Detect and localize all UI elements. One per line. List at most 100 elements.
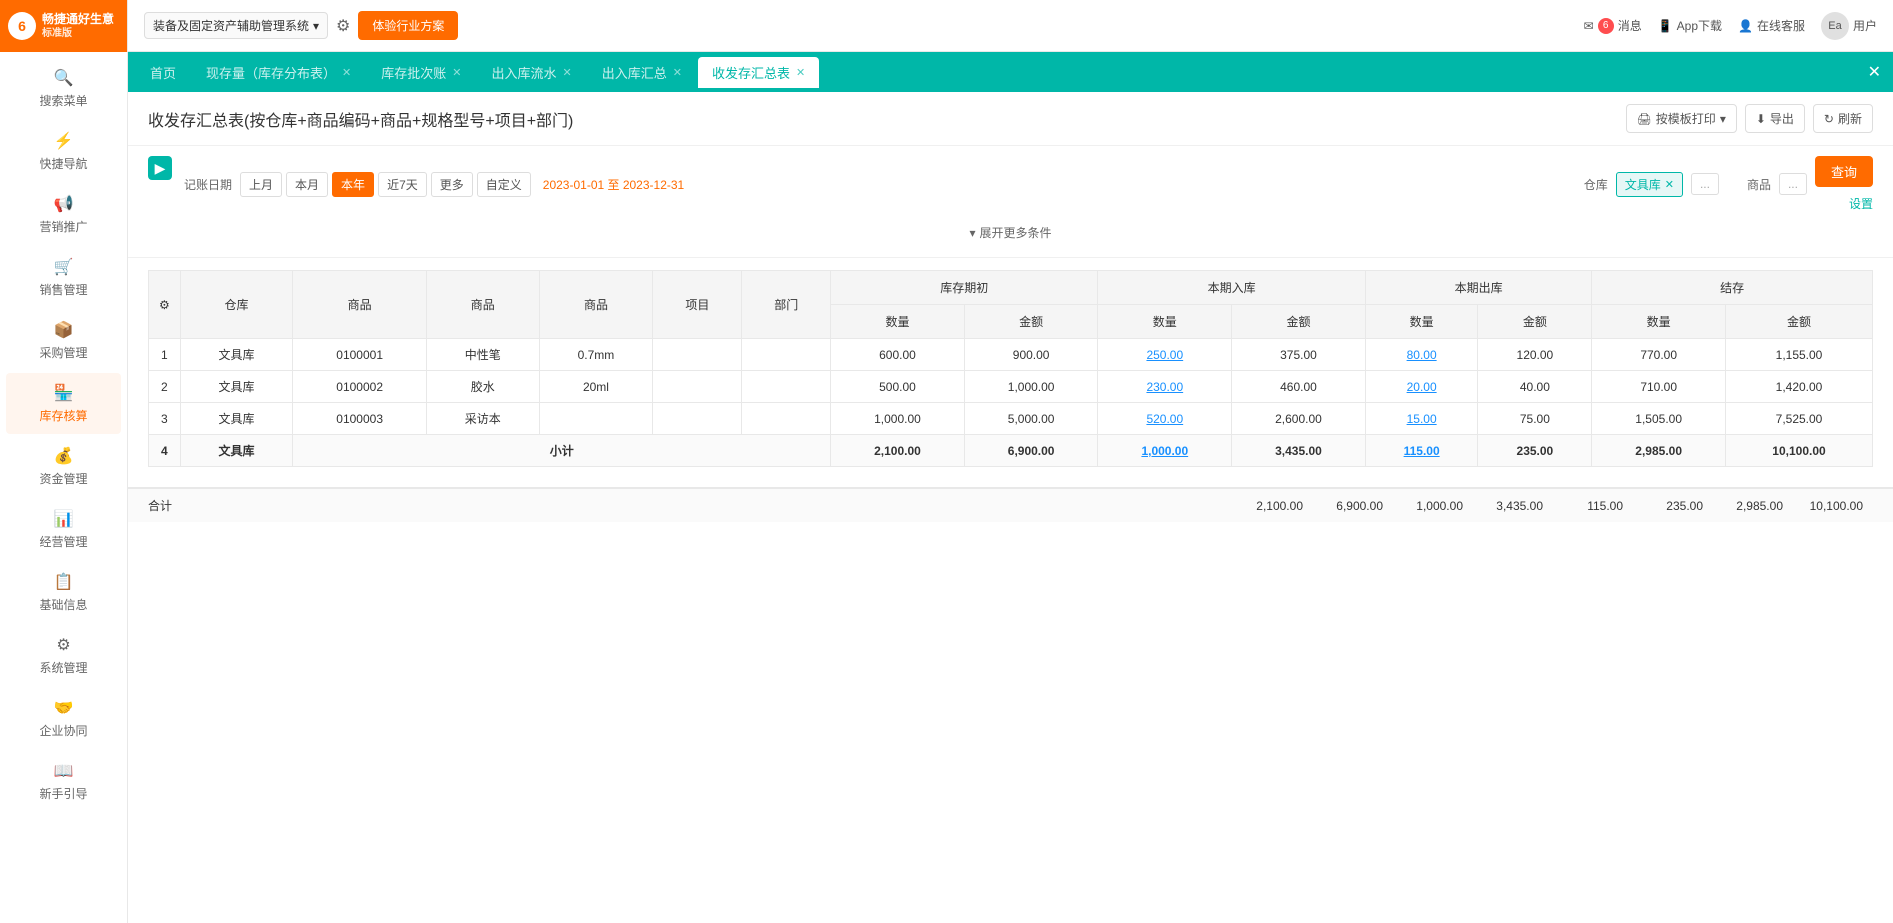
sidebar-item-inventory[interactable]: 🏪库存核算 (6, 373, 121, 434)
phone-icon: 📱 (1658, 19, 1673, 33)
message-icon: ✉ (1584, 19, 1594, 33)
tab-close-icon[interactable]: ✕ (342, 66, 351, 79)
cell-out-amt: 40.00 (1478, 371, 1592, 403)
tab-summary[interactable]: 出入库汇总✕ (588, 57, 696, 88)
cell-project (653, 371, 742, 403)
footer-out-amt: 235.00 (1633, 499, 1713, 513)
sidebar-nav: 🔍搜索菜单⚡快捷导航📢营销推广🛒销售管理📦采购管理🏪库存核算💰资金管理📊经营管理… (0, 52, 127, 923)
cell-department (742, 371, 831, 403)
tab-batch-ledger[interactable]: 库存批次账✕ (367, 57, 475, 88)
subtotal-open-qty: 2,100.00 (831, 435, 965, 467)
date-btn-本月[interactable]: 本月 (286, 172, 328, 197)
guide-icon: 📖 (54, 761, 74, 781)
sidebar-item-enterprise[interactable]: 🤝企业协同 (6, 688, 121, 749)
goods-ellipsis-btn[interactable]: ... (1779, 173, 1807, 195)
footer-values: 2,100.00 6,900.00 1,000.00 3,435.00 115.… (428, 499, 1873, 513)
message-action[interactable]: ✉ 6 消息 (1584, 17, 1642, 34)
cell-in-qty[interactable]: 250.00 (1098, 339, 1232, 371)
sidebar-item-basic-info[interactable]: 📋基础信息 (6, 562, 121, 623)
tab-close-icon[interactable]: ✕ (796, 66, 805, 79)
system-selector[interactable]: 装备及固定资产辅助管理系统 ▾ (144, 12, 328, 39)
subtotal-row: 4 文具库 小计 2,100.00 6,900.00 1,000.00 3,43… (149, 435, 1873, 467)
col-in-amt-header: 金额 (1232, 305, 1366, 339)
search-action-col: 查询 设置 (1815, 156, 1873, 212)
cell-in-amt: 460.00 (1232, 371, 1366, 403)
date-btn-上月[interactable]: 上月 (240, 172, 282, 197)
print-button[interactable]: 🖨 按模板打印 ▾ (1626, 104, 1737, 133)
date-range-label: 2023-01-01 至 2023-12-31 (543, 176, 684, 193)
sidebar-item-search[interactable]: 🔍搜索菜单 (6, 58, 121, 119)
cell-goods-spec: 0.7mm (539, 339, 653, 371)
cell-warehouse: 文具库 (180, 403, 293, 435)
sidebar-item-purchase[interactable]: 📦采购管理 (6, 310, 121, 371)
data-table: ⚙ 仓库 商品 商品 商品 项目 部门 库存期初 本期入库 本期出库 结存 (148, 270, 1873, 467)
sidebar-item-marketing[interactable]: 📢营销推广 (6, 184, 121, 245)
cell-project (653, 339, 742, 371)
page-actions: 🖨 按模板打印 ▾ ⬇ 导出 ↻ 刷新 (1626, 104, 1873, 145)
settings-gear-icon[interactable]: ⚙ (336, 16, 350, 36)
tab-close-icon[interactable]: ✕ (563, 66, 572, 79)
tab-inventory-dist[interactable]: 现存量（库存分布表） ✕ (192, 57, 365, 88)
expand-more-btn[interactable]: ▾ 展开更多条件 (148, 218, 1873, 247)
warehouse-tag-close[interactable]: ✕ (1665, 178, 1674, 191)
warehouse-label: 仓库 (1584, 176, 1608, 193)
subtotal-in-amt: 3,435.00 (1232, 435, 1366, 467)
sidebar-item-quick-nav[interactable]: ⚡快捷导航 (6, 121, 121, 182)
chevron-down-icon: ▾ (1720, 112, 1726, 126)
expand-icon: ▾ (969, 226, 975, 240)
sidebar-item-sales[interactable]: 🛒销售管理 (6, 247, 121, 308)
user-action[interactable]: Ea 用户 (1821, 12, 1877, 40)
cell-goods-code: 0100001 (293, 339, 427, 371)
col-settings-header[interactable]: ⚙ (149, 271, 181, 339)
cell-out-qty[interactable]: 15.00 (1365, 403, 1478, 435)
col-close-qty-header: 数量 (1592, 305, 1726, 339)
basic-info-icon: 📋 (54, 572, 74, 592)
cell-out-qty[interactable]: 80.00 (1365, 339, 1478, 371)
warehouse-tag: 文具库 ✕ (1616, 172, 1683, 197)
app-download-action[interactable]: 📱 App下载 (1658, 17, 1722, 34)
cell-out-qty[interactable]: 20.00 (1365, 371, 1478, 403)
footer-label: 合计 (148, 497, 428, 514)
filter-arrow[interactable]: ▶ (148, 156, 172, 180)
cell-close-qty: 710.00 (1592, 371, 1726, 403)
cell-open-qty: 600.00 (831, 339, 965, 371)
top-header: 装备及固定资产辅助管理系统 ▾ ⚙ 体验行业方案 ✉ 6 消息 📱 App下载 … (128, 0, 1893, 52)
date-btn-本年[interactable]: 本年 (332, 172, 374, 197)
sidebar-item-guide[interactable]: 📖新手引导 (6, 751, 121, 812)
tab-close-icon[interactable]: ✕ (673, 66, 682, 79)
col-close-amt-header: 金额 (1726, 305, 1873, 339)
cell-in-qty[interactable]: 520.00 (1098, 403, 1232, 435)
logo-text: 畅捷通好生意 标准版 (42, 12, 114, 41)
date-btn-近7天[interactable]: 近7天 (378, 172, 427, 197)
warehouse-more-btn[interactable]: ... (1691, 173, 1719, 195)
tab-label: 现存量（库存分布表） (206, 63, 336, 82)
search-button[interactable]: 查询 (1815, 156, 1873, 187)
export-button[interactable]: ⬇ 导出 (1745, 104, 1805, 133)
refresh-button[interactable]: ↻ 刷新 (1813, 104, 1873, 133)
sidebar-item-label: 经营管理 (39, 533, 87, 550)
subtotal-in-qty: 1,000.00 (1098, 435, 1232, 467)
cell-in-qty[interactable]: 230.00 (1098, 371, 1232, 403)
sidebar-item-finance[interactable]: 💰资金管理 (6, 436, 121, 497)
header-actions: ✉ 6 消息 📱 App下载 👤 在线客服 Ea 用户 (1584, 12, 1877, 40)
date-btn-更多[interactable]: 更多 (431, 172, 473, 197)
user-label: 用户 (1853, 17, 1877, 34)
content-area: 收发存汇总表(按仓库+商品编码+商品+规格型号+项目+部门) 🖨 按模板打印 ▾… (128, 92, 1893, 923)
subtotal-open-amt: 6,900.00 (964, 435, 1098, 467)
tab-home[interactable]: 首页 (136, 57, 190, 88)
footer-close-qty: 2,985.00 (1713, 499, 1793, 513)
col-goods-code-header: 商品 (293, 271, 427, 339)
try-button[interactable]: 体验行业方案 (358, 11, 458, 40)
cell-department (742, 339, 831, 371)
tab-close-icon[interactable]: ✕ (452, 66, 461, 79)
online-service-action[interactable]: 👤 在线客服 (1738, 17, 1805, 34)
tab-receive-summary[interactable]: 收发存汇总表✕ (698, 57, 819, 88)
tab-flow[interactable]: 出入库流水✕ (477, 57, 585, 88)
subtotal-close-qty: 2,985.00 (1592, 435, 1726, 467)
system-name: 装备及固定资产辅助管理系统 (153, 17, 309, 34)
tab-bar-close[interactable]: ✕ (1864, 58, 1885, 86)
sidebar-item-operations[interactable]: 📊经营管理 (6, 499, 121, 560)
settings-link[interactable]: 设置 (1849, 195, 1873, 212)
date-btn-自定义[interactable]: 自定义 (477, 172, 531, 197)
sidebar-item-system[interactable]: ⚙系统管理 (6, 625, 121, 686)
